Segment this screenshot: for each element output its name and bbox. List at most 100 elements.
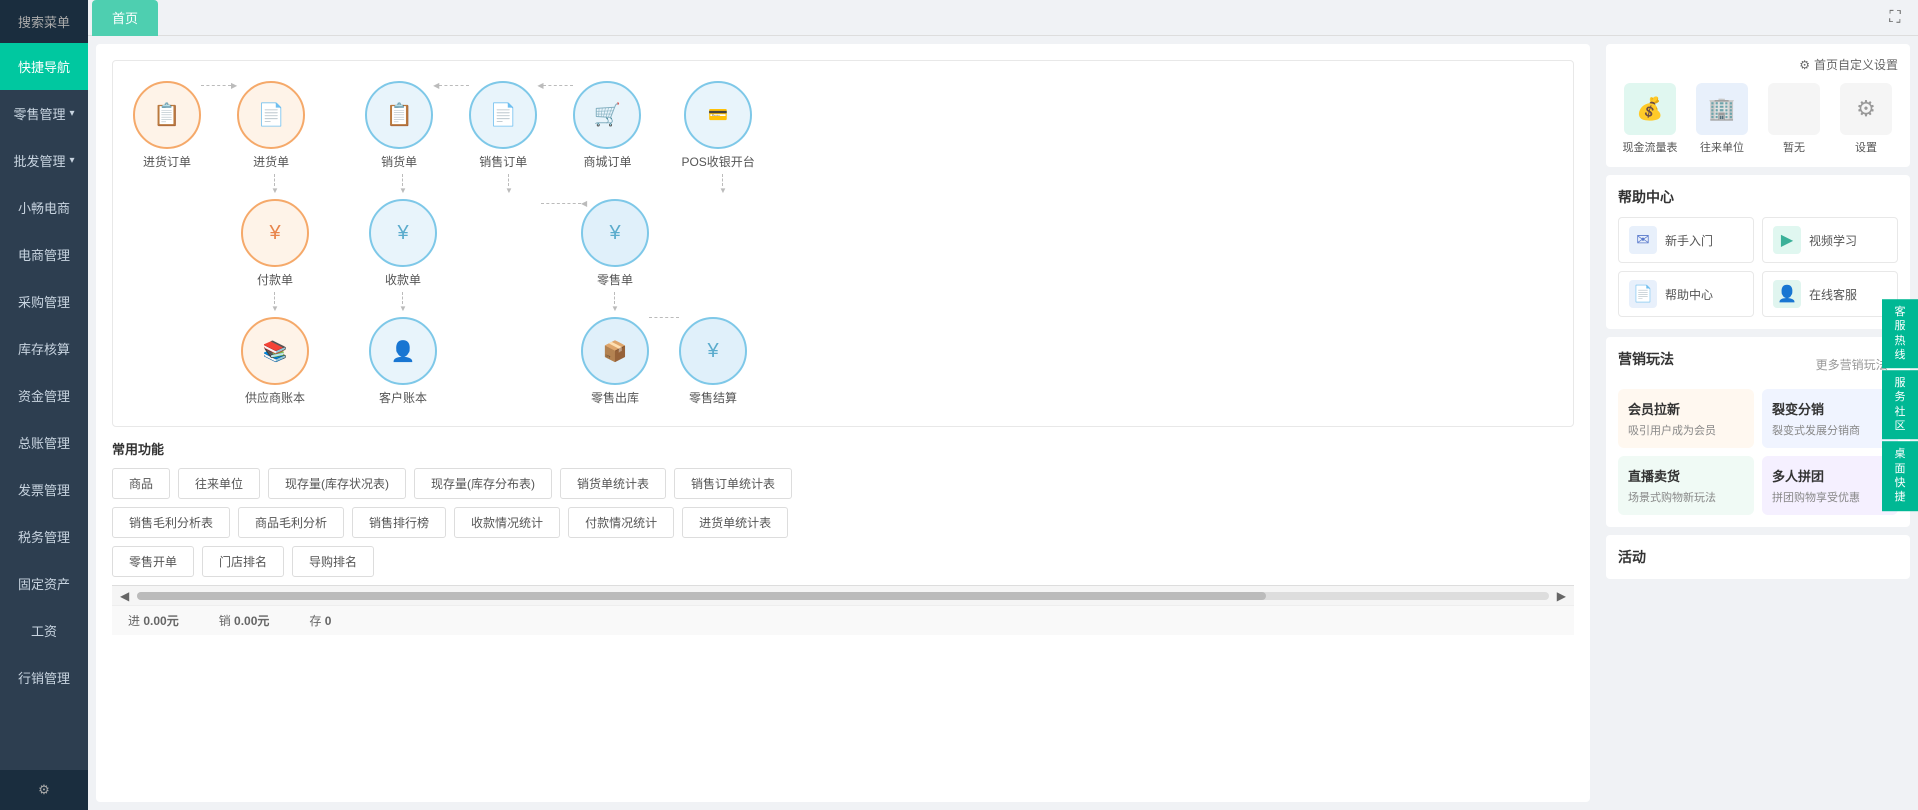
scroll-track[interactable] <box>137 592 1549 600</box>
marketing-header: 营销玩法 更多营销玩法 > <box>1618 349 1898 379</box>
help-grid: ✉ 新手入门 ▶ 视频学习 📄 帮助中心 👤 <box>1618 217 1898 317</box>
scroll-right-arrow[interactable]: ▶ <box>1553 589 1570 603</box>
float-desktop[interactable]: 桌面快捷 <box>1882 442 1918 511</box>
help-item-video[interactable]: ▶ 视频学习 <box>1762 217 1898 263</box>
sidebar-item-retail[interactable]: 零售管理 ▾ <box>0 90 88 137</box>
right-panel: ⚙ 首页自定义设置 💰 现金流量表 🏢 往来单位 <box>1598 36 1918 810</box>
func-btn-order-stats[interactable]: 销售订单统计表 <box>674 468 792 499</box>
arrow-purchase-order-to-bill: ▶ <box>201 81 237 158</box>
quick-access-section: ⚙ 首页自定义设置 💰 现金流量表 🏢 往来单位 <box>1606 44 1910 167</box>
node-purchase-bill[interactable]: 📄 进货单 <box>237 81 305 170</box>
sidebar-settings-button[interactable]: ⚙ <box>0 770 88 810</box>
sidebar-item-ecommerce-small[interactable]: 小畅电商 <box>0 184 88 231</box>
marketing-section: 营销玩法 更多营销玩法 > 会员拉新 吸引用户成为会员 裂变分销 裂变式发展分销… <box>1606 337 1910 527</box>
help-center-section: 帮助中心 ✉ 新手入门 ▶ 视频学习 📄 帮助中心 <box>1606 175 1910 329</box>
func-btn-sales-rank[interactable]: 销售排行榜 <box>352 507 446 538</box>
quick-icons-row: 💰 现金流量表 🏢 往来单位 暂无 ⚙ 设 <box>1618 83 1898 155</box>
quick-icon-contacts[interactable]: 🏢 往来单位 <box>1690 83 1754 155</box>
none-icon-box <box>1768 83 1820 135</box>
video-icon: ▶ <box>1773 226 1801 254</box>
node-retail-warehouse[interactable]: 📦 零售出库 <box>581 317 649 406</box>
sidebar-item-salary[interactable]: 工资 <box>0 607 88 654</box>
tab-home[interactable]: 首页 <box>92 0 158 36</box>
marketing-card-fission[interactable]: 裂变分销 裂变式发展分销商 <box>1762 389 1898 448</box>
customize-button[interactable]: ⚙ 首页自定义设置 <box>1799 56 1898 73</box>
node-supplier-account[interactable]: 📚 供应商账本 <box>241 317 309 406</box>
func-btn-store-rank[interactable]: 门店排名 <box>202 546 284 577</box>
func-btn-contacts[interactable]: 往来单位 <box>178 468 260 499</box>
node-receipt[interactable]: ¥ 收款单 <box>369 199 437 288</box>
sidebar-item-finance[interactable]: 资金管理 <box>0 372 88 419</box>
workflow-diagram: 📋 进货订单 ▶ 📄 进货单 <box>112 60 1574 427</box>
help-item-beginner[interactable]: ✉ 新手入门 <box>1618 217 1754 263</box>
sidebar-item-more[interactable]: 行销管理 <box>0 654 88 701</box>
settings-icon-box: ⚙ <box>1840 83 1892 135</box>
content-area: 📋 进货订单 ▶ 📄 进货单 <box>88 36 1918 810</box>
marketing-card-live[interactable]: 直播卖货 场景式购物新玩法 <box>1618 456 1754 515</box>
horizontal-scrollbar[interactable]: ◀ ▶ <box>112 585 1574 605</box>
gear-icon: ⚙ <box>1799 58 1810 72</box>
node-customer-account[interactable]: 👤 客户账本 <box>369 317 437 406</box>
func-btn-receipt-stats[interactable]: 收款情况统计 <box>454 507 560 538</box>
customize-row: ⚙ 首页自定义设置 <box>1618 56 1898 73</box>
sidebar-search[interactable]: 搜索菜单 <box>0 0 88 43</box>
func-btn-payment-stats[interactable]: 付款情况统计 <box>568 507 674 538</box>
node-retail-checkout[interactable]: ¥ 零售结算 <box>679 317 747 406</box>
contacts-icon-box: 🏢 <box>1696 83 1748 135</box>
bottom-stats: 进 0.00元 销 0.00元 存 0 <box>112 605 1574 635</box>
sidebar-item-tax[interactable]: 税务管理 <box>0 513 88 560</box>
func-btn-guide-rank[interactable]: 导购排名 <box>292 546 374 577</box>
retail-arrow-icon: ▾ <box>69 108 74 119</box>
scroll-thumb[interactable] <box>137 592 1266 600</box>
func-btn-sales-stats[interactable]: 销货单统计表 <box>560 468 666 499</box>
main-area: 首页 ⛶ 📋 进货订单 <box>88 0 1918 810</box>
func-btn-goods[interactable]: 商品 <box>112 468 170 499</box>
marketing-card-member[interactable]: 会员拉新 吸引用户成为会员 <box>1618 389 1754 448</box>
quick-icon-none[interactable]: 暂无 <box>1762 83 1826 155</box>
floating-buttons: 客服热线 服务社区 桌面快捷 <box>1882 299 1918 511</box>
float-customer-service[interactable]: 客服热线 <box>1882 299 1918 368</box>
quick-icon-cashflow[interactable]: 💰 现金流量表 <box>1618 83 1682 155</box>
sidebar-item-assets[interactable]: 固定资产 <box>0 560 88 607</box>
sidebar-item-wholesale[interactable]: 批发管理 ▾ <box>0 137 88 184</box>
sidebar-item-quicknav[interactable]: 快捷导航 <box>0 43 88 90</box>
help-doc-icon: 📄 <box>1629 280 1657 308</box>
float-community[interactable]: 服务社区 <box>1882 370 1918 439</box>
node-pos[interactable]: 💳 POS收银开台 <box>681 81 754 170</box>
node-mall-order[interactable]: 🛒 商城订单 <box>573 81 641 170</box>
sidebar-item-ecommerce[interactable]: 电商管理 <box>0 231 88 278</box>
sidebar-item-ledger[interactable]: 总账管理 <box>0 419 88 466</box>
beginner-icon: ✉ <box>1629 226 1657 254</box>
sidebar-item-inventory[interactable]: 库存核算 <box>0 325 88 372</box>
help-item-help[interactable]: 📄 帮助中心 <box>1618 271 1754 317</box>
quick-icon-settings[interactable]: ⚙ 设置 <box>1834 83 1898 155</box>
node-payment[interactable]: ¥ 付款单 <box>241 199 309 288</box>
func-btn-purchase-stats[interactable]: 进货单统计表 <box>682 507 788 538</box>
func-btn-goods-profit[interactable]: 商品毛利分析 <box>238 507 344 538</box>
func-buttons-row1: 商品 往来单位 现存量(库存状况表) 现存量(库存分布表) 销货单统计表 销售订… <box>112 468 1574 499</box>
func-buttons-row2: 销售毛利分析表 商品毛利分析 销售排行榜 收款情况统计 付款情况统计 进货单统计… <box>112 507 1574 538</box>
sidebar-item-purchase[interactable]: 采购管理 <box>0 278 88 325</box>
cashflow-icon-box: 💰 <box>1624 83 1676 135</box>
func-btn-stock-status[interactable]: 现存量(库存状况表) <box>268 468 406 499</box>
node-sales-bill[interactable]: 📋 销货单 <box>365 81 433 170</box>
activity-title: 活动 <box>1618 547 1898 567</box>
func-btn-stock-dist[interactable]: 现存量(库存分布表) <box>414 468 552 499</box>
fullscreen-button[interactable]: ⛶ <box>1880 3 1910 33</box>
stat-purchase: 进 0.00元 <box>128 612 179 629</box>
stat-stock: 存 0 <box>309 612 331 629</box>
marketing-title: 营销玩法 <box>1618 349 1674 369</box>
node-sales-order[interactable]: 📄 销售订单 <box>469 81 537 170</box>
marketing-grid: 会员拉新 吸引用户成为会员 裂变分销 裂变式发展分销商 直播卖货 场景式购物新玩… <box>1618 389 1898 515</box>
sidebar-item-invoice[interactable]: 发票管理 <box>0 466 88 513</box>
main-panel: 📋 进货订单 ▶ 📄 进货单 <box>96 44 1590 802</box>
node-purchase-order[interactable]: 📋 进货订单 <box>133 81 201 170</box>
func-btn-gross-profit[interactable]: 销售毛利分析表 <box>112 507 230 538</box>
scroll-left-arrow[interactable]: ◀ <box>116 589 133 603</box>
common-functions-section: 常用功能 商品 往来单位 现存量(库存状况表) 现存量(库存分布表) 销货单统计… <box>112 439 1574 577</box>
help-item-service[interactable]: 👤 在线客服 <box>1762 271 1898 317</box>
marketing-card-group[interactable]: 多人拼团 拼团购物享受优惠 <box>1762 456 1898 515</box>
activity-section: 活动 <box>1606 535 1910 579</box>
service-icon: 👤 <box>1773 280 1801 308</box>
func-btn-retail-order[interactable]: 零售开单 <box>112 546 194 577</box>
